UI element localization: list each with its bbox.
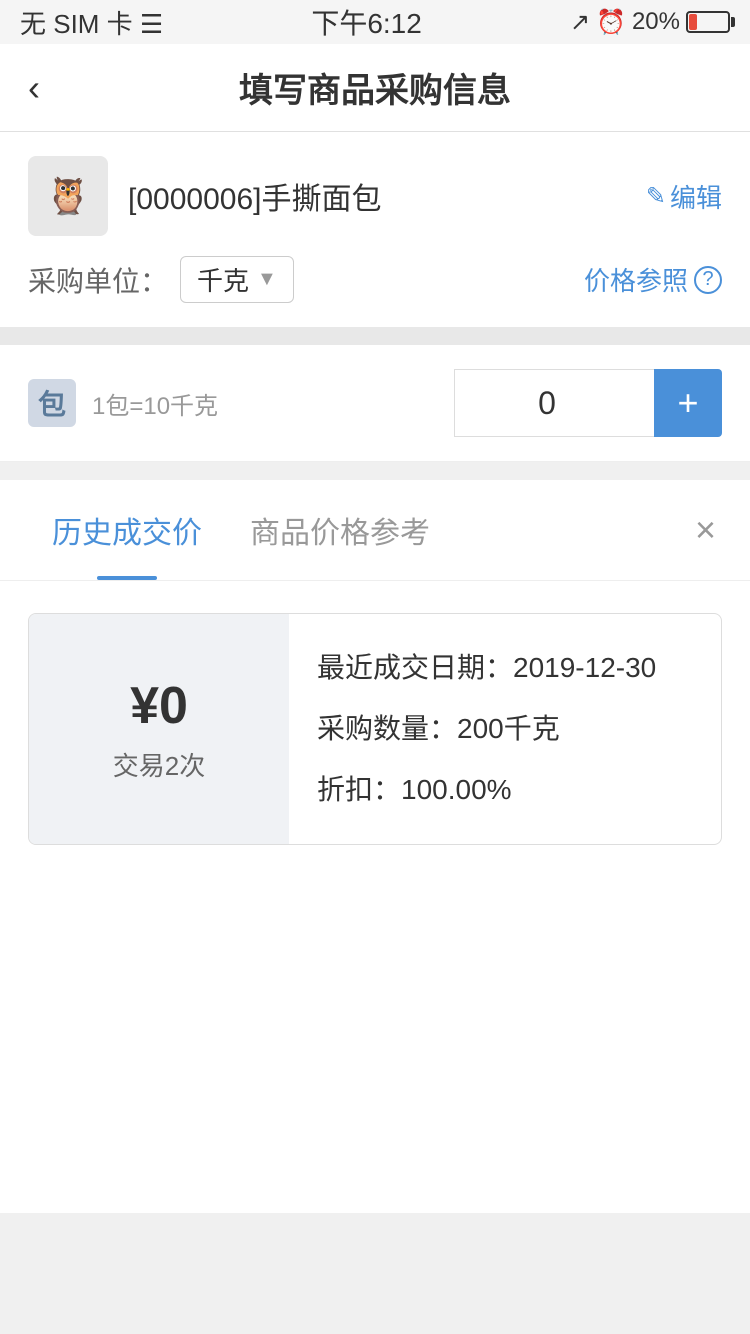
nav-bar: ‹ 填写商品采购信息: [0, 44, 750, 132]
status-right: ↗ ⏰ 20%: [570, 8, 730, 37]
currency-symbol: ¥: [130, 677, 159, 735]
quantity-input[interactable]: [454, 369, 654, 437]
product-unit-row: 采购单位： 千克 ▼ 价格参照 ?: [28, 256, 722, 303]
product-logo: 🦉: [28, 156, 108, 236]
product-section: 🦉 [0000006]手撕面包 ✎ 编辑 采购单位： 千克 ▼ 价格参照 ?: [0, 132, 750, 327]
tab-history-label: 历史成交价: [52, 517, 202, 550]
product-left: 🦉 [0000006]手撕面包: [28, 156, 381, 236]
unit-selector[interactable]: 千克 ▼: [180, 256, 294, 303]
edit-label: 编辑: [670, 178, 722, 215]
quantity-row: 包 1包=10千克 +: [0, 345, 750, 462]
section-divider: [0, 327, 750, 345]
tab-content: ¥0 交易2次 最近成交日期：2019-12-30 采购数量：200千克 折扣：…: [0, 613, 750, 1213]
recent-date-value: 2019-12-30: [513, 652, 656, 683]
unit-label: 采购单位：: [28, 260, 168, 300]
tab-close-button[interactable]: ×: [685, 499, 726, 561]
unit-group: 采购单位： 千克 ▼: [28, 256, 294, 303]
unit-dropdown-icon: ▼: [257, 268, 277, 291]
carrier-text: 无 SIM 卡 ☰: [20, 4, 163, 41]
price-reference-button[interactable]: 价格参照 ?: [584, 261, 722, 298]
product-name: [0000006]手撕面包: [128, 174, 381, 218]
purchase-quantity-label: 采购数量：: [317, 713, 457, 744]
transaction-count: 交易2次: [113, 746, 205, 783]
quantity-left: 包 1包=10千克: [28, 379, 218, 427]
purchase-quantity-row: 采购数量：200千克: [317, 707, 693, 752]
transaction-details: 最近成交日期：2019-12-30 采购数量：200千克 折扣：100.00%: [289, 614, 721, 844]
unit-value: 千克: [197, 261, 249, 298]
edit-icon: ✎: [646, 182, 666, 211]
quantity-conversion: 1包=10千克: [92, 386, 218, 421]
recent-date-row: 最近成交日期：2019-12-30: [317, 646, 693, 691]
quantity-unit-badge: 包: [28, 379, 76, 427]
tabs-header: 历史成交价 商品价格参考 ×: [0, 480, 750, 581]
status-bar: 无 SIM 卡 ☰ 下午6:12 ↗ ⏰ 20%: [0, 0, 750, 44]
purchase-quantity-value: 200千克: [457, 713, 560, 744]
edit-button[interactable]: ✎ 编辑: [646, 178, 722, 215]
product-logo-icon: 🦉: [46, 175, 91, 217]
quantity-unit-text: 包: [38, 383, 66, 423]
product-header: 🦉 [0000006]手撕面包 ✎ 编辑: [28, 156, 722, 236]
battery-percent: 20%: [632, 8, 680, 36]
tab-history-price[interactable]: 历史成交价: [28, 480, 226, 580]
quantity-input-group: +: [454, 369, 722, 437]
transaction-summary: ¥0 交易2次: [29, 614, 289, 844]
alarm-icon: ⏰: [596, 8, 626, 37]
price-value: 0: [159, 677, 188, 735]
location-icon: ↗: [570, 8, 590, 37]
discount-row: 折扣：100.00%: [317, 768, 693, 813]
back-button[interactable]: ‹: [28, 67, 40, 109]
transaction-card: ¥0 交易2次 最近成交日期：2019-12-30 采购数量：200千克 折扣：…: [28, 613, 722, 845]
discount-value: 100.00%: [401, 774, 512, 805]
discount-label: 折扣：: [317, 774, 401, 805]
tab-product-label: 商品价格参考: [250, 517, 430, 550]
quantity-plus-button[interactable]: +: [654, 369, 722, 437]
battery-icon: [686, 11, 730, 33]
transaction-price: ¥0: [130, 676, 188, 736]
recent-date-label: 最近成交日期：: [317, 652, 513, 683]
tab-product-price[interactable]: 商品价格参考: [226, 480, 454, 580]
status-left: 无 SIM 卡 ☰: [20, 4, 163, 41]
help-icon: ?: [694, 266, 722, 294]
page-title: 填写商品采购信息: [239, 63, 511, 112]
tabs-section: 历史成交价 商品价格参考 × ¥0 交易2次 最近成交日期：2019-12-30…: [0, 480, 750, 1213]
status-time: 下午6:12: [311, 2, 422, 42]
price-ref-label: 价格参照: [584, 261, 688, 298]
